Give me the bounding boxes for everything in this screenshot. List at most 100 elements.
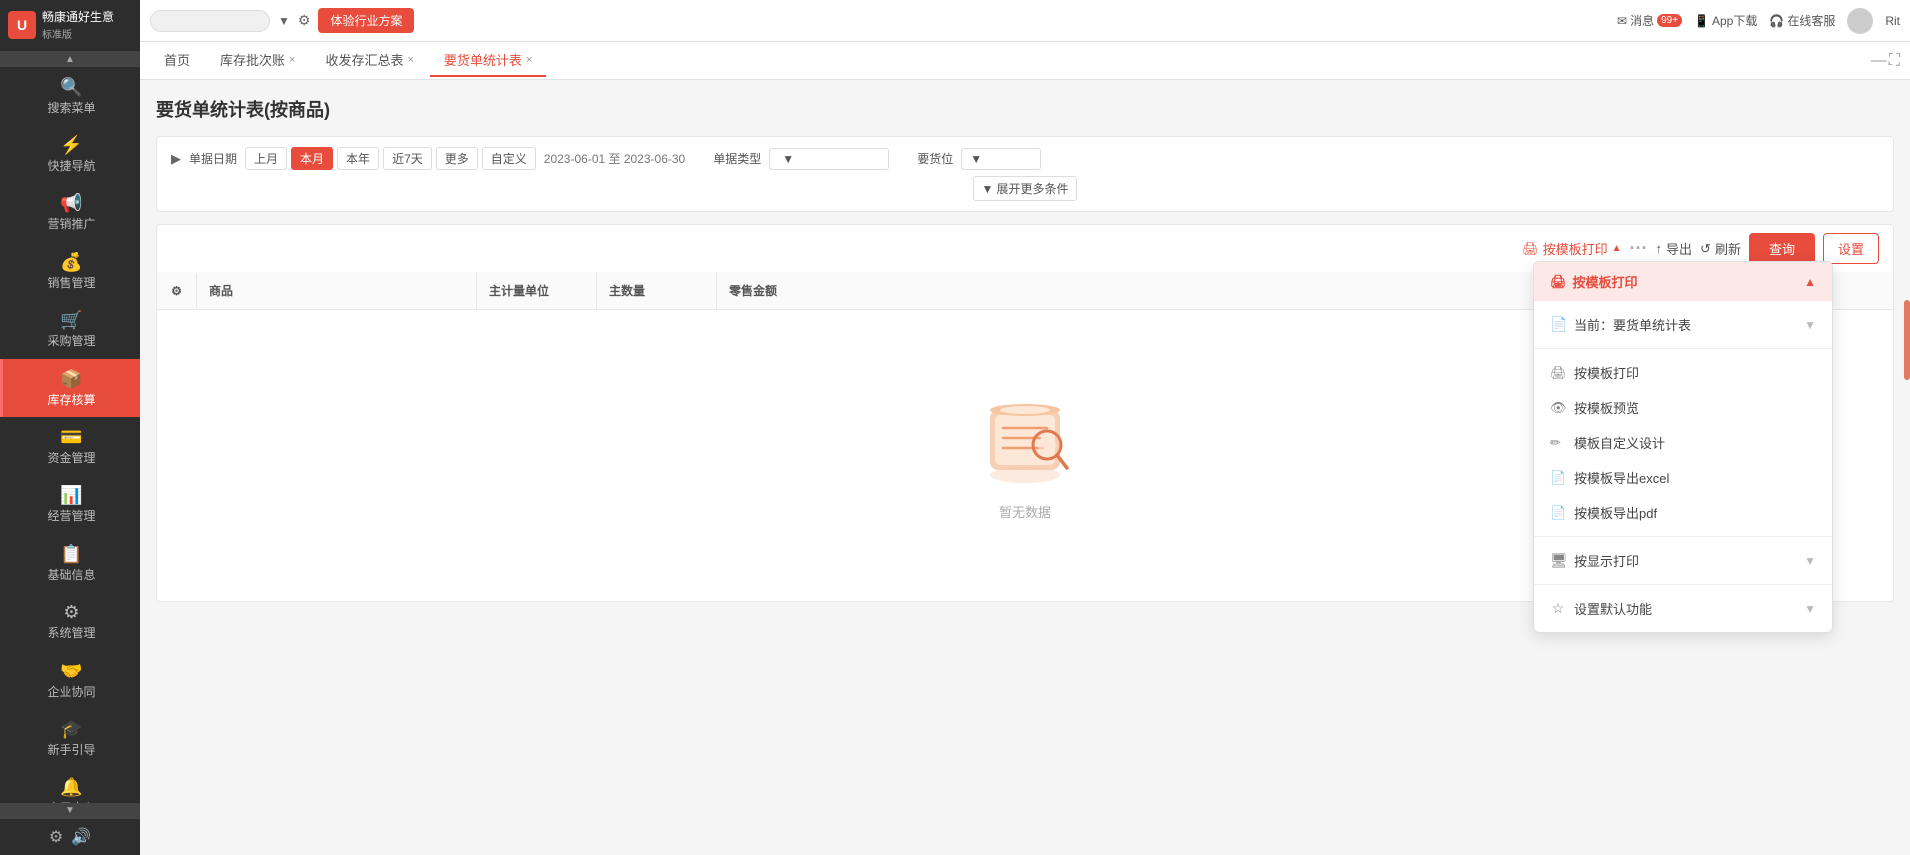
sidebar-label-marketing: 营销推广 [47, 217, 95, 231]
enterprise-icon: 🤝 [60, 661, 82, 682]
topbar-dropdown-chevron[interactable]: ▼ [278, 14, 290, 28]
filter-expand-icon[interactable]: ▶ [171, 151, 181, 167]
sidebar-item-operation[interactable]: 📊 经营管理 [0, 475, 140, 533]
marketing-icon: 📢 [60, 193, 82, 214]
sidebar-item-purchase[interactable]: 🛒 采购管理 [0, 300, 140, 358]
sidebar-item-app-center[interactable]: 🔔 应用中心 [0, 767, 140, 803]
date-btn-last-month[interactable]: 上月 [245, 147, 287, 170]
dropdown-item-template-custom[interactable]: ✏ 模板自定义设计 [1534, 425, 1832, 460]
table-toolbar: 🖨 按模板打印 ▲ ··· ↑ 导出 ↺ 刷新 查询 设置 [157, 225, 1893, 272]
dropdown-item-set-default[interactable]: ☆ 设置默认功能 ▼ [1534, 591, 1832, 626]
tab-receipt-summary[interactable]: 收发存汇总表 × [311, 44, 427, 77]
sidebar-item-marketing[interactable]: 📢 营销推广 [0, 183, 140, 241]
trial-button[interactable]: 体验行业方案 [318, 8, 414, 33]
template-pdf-icon: 📄 [1550, 505, 1566, 521]
app-version: 标准版 [42, 26, 114, 41]
tab-inventory-batch[interactable]: 库存批次账 × [206, 44, 309, 77]
chevron-down-icon: ▼ [970, 152, 982, 166]
dropdown-current-template[interactable]: 📄 当前：要货单统计表 ▼ [1534, 307, 1832, 342]
sidebar-item-sales[interactable]: 💰 销售管理 [0, 242, 140, 300]
finance-icon: 💳 [60, 427, 82, 448]
export-label: 导出 [1666, 239, 1692, 258]
query-button[interactable]: 查询 [1749, 233, 1815, 264]
app-download-btn[interactable]: 📱 App下载 [1694, 12, 1757, 29]
topbar-search-input[interactable] [150, 10, 270, 32]
scroll-indicator[interactable] [1904, 300, 1910, 380]
date-btn-custom[interactable]: 自定义 [482, 147, 536, 170]
sidebar-item-enterprise[interactable]: 🤝 企业协同 [0, 651, 140, 709]
dropdown-item-display-print[interactable]: 🖥 按显示打印 ▼ [1534, 543, 1832, 578]
sidebar-label-system: 系统管理 [47, 626, 95, 640]
basic-icon: 📋 [60, 544, 82, 565]
export-button[interactable]: ↑ 导出 [1656, 239, 1693, 258]
app-download-label: App下载 [1712, 12, 1757, 29]
sidebar-item-inventory[interactable]: 📦 库存核算 [0, 359, 140, 417]
topbar-gear-icon[interactable]: ⚙ [298, 12, 311, 29]
message-btn[interactable]: ✉ 消息 99+ [1617, 12, 1682, 29]
dropdown-item-template-preview[interactable]: 👁 按模板预览 [1534, 390, 1832, 425]
online-service-btn[interactable]: 🎧 在线客服 [1769, 12, 1835, 29]
date-range-text: 2023-06-01 至 2023-06-30 [544, 150, 685, 167]
topbar-right: ✉ 消息 99+ 📱 App下载 🎧 在线客服 Rit [1617, 8, 1900, 34]
message-icon: ✉ [1617, 14, 1627, 28]
inventory-icon: 📦 [60, 369, 82, 390]
dropdown-item-template-print[interactable]: 🖨 按模板打印 [1534, 355, 1832, 390]
dropdown-collapse-icon[interactable]: ▲ [1804, 275, 1816, 289]
main-content: ▼ ⚙ 体验行业方案 ✉ 消息 99+ 📱 App下载 🎧 在线客服 Rit 首… [140, 0, 1910, 855]
tab-order-summary-close[interactable]: × [526, 54, 532, 66]
th-gear[interactable]: ⚙ [157, 274, 197, 308]
tab-home[interactable]: 首页 [150, 44, 204, 77]
dropdown-current-section: 📄 当前：要货单统计表 ▼ [1534, 301, 1832, 349]
date-btn-this-year[interactable]: 本年 [337, 147, 379, 170]
avatar[interactable] [1847, 8, 1873, 34]
print-dropdown: 🖨 按模板打印 ▲ 📄 当前：要货单统计表 ▼ [1533, 261, 1833, 633]
sales-icon: 💰 [60, 252, 82, 273]
expand-conditions-button[interactable]: ▼ 展开更多条件 [973, 176, 1078, 201]
tab-inventory-batch-close[interactable]: × [289, 54, 295, 66]
template-custom-icon: ✏ [1550, 435, 1566, 451]
template-print-label: 按模板打印 [1574, 363, 1639, 382]
current-template-icon: 📄 [1550, 316, 1566, 333]
sidebar-item-newbie[interactable]: 🎓 新手引导 [0, 709, 140, 767]
window-minimize-button[interactable]: — [1871, 52, 1887, 70]
dropdown-item-template-excel[interactable]: 📄 按模板导出excel [1534, 460, 1832, 495]
empty-icon [965, 390, 1085, 490]
date-btn-7days[interactable]: 近7天 [383, 147, 432, 170]
more-options-button[interactable]: ··· [1630, 238, 1648, 259]
sidebar-item-quick-nav[interactable]: ⚡ 快捷导航 [0, 125, 140, 183]
page-title: 要货单统计表(按商品) [156, 96, 1894, 122]
sidebar-item-basic[interactable]: 📋 基础信息 [0, 534, 140, 592]
sidebar-item-search[interactable]: 🔍 搜索菜单 [0, 67, 140, 125]
tab-order-summary[interactable]: 要货单统计表 × [430, 44, 546, 77]
print-template-button[interactable]: 🖨 按模板打印 ▲ [1522, 239, 1621, 258]
dropdown-title: 按模板打印 [1573, 272, 1638, 291]
tab-receipt-summary-label: 收发存汇总表 [325, 50, 403, 69]
dropdown-item-template-pdf[interactable]: 📄 按模板导出pdf [1534, 495, 1832, 530]
settings-icon[interactable]: ⚙ [49, 827, 63, 847]
sidebar-scroll-down[interactable]: ▼ [0, 803, 140, 818]
sidebar-item-finance[interactable]: 💳 资金管理 [0, 417, 140, 475]
set-default-icon: ☆ [1550, 600, 1566, 617]
refresh-icon: ↺ [1700, 241, 1711, 257]
refresh-button[interactable]: ↺ 刷新 [1700, 239, 1741, 258]
th-quantity: 主数量 [597, 272, 717, 309]
window-maximize-button[interactable]: ⛶ [1889, 52, 1900, 70]
template-pdf-label: 按模板导出pdf [1574, 503, 1657, 522]
display-print-label: 按显示打印 [1574, 551, 1796, 570]
template-preview-icon: 👁 [1550, 400, 1566, 416]
sidebar-scroll-up[interactable]: ▲ [0, 52, 140, 67]
req-goods-select[interactable]: ▼ [961, 148, 1041, 170]
date-btn-more[interactable]: 更多 [436, 147, 478, 170]
sidebar-item-system[interactable]: ⚙ 系统管理 [0, 592, 140, 650]
dropdown-printer-icon: 🖨 [1550, 274, 1567, 290]
speaker-icon[interactable]: 🔊 [71, 827, 91, 847]
service-icon: 🎧 [1769, 14, 1784, 28]
tab-receipt-summary-close[interactable]: × [407, 54, 413, 66]
printer-icon: 🖨 [1522, 241, 1539, 257]
message-badge: 99+ [1657, 14, 1682, 27]
settings-button[interactable]: 设置 [1823, 233, 1879, 264]
username-label: Rit [1885, 14, 1900, 28]
type-select[interactable]: ▼ [769, 148, 889, 170]
expand-label: 展开更多条件 [996, 180, 1068, 197]
date-btn-this-month[interactable]: 本月 [291, 147, 333, 170]
